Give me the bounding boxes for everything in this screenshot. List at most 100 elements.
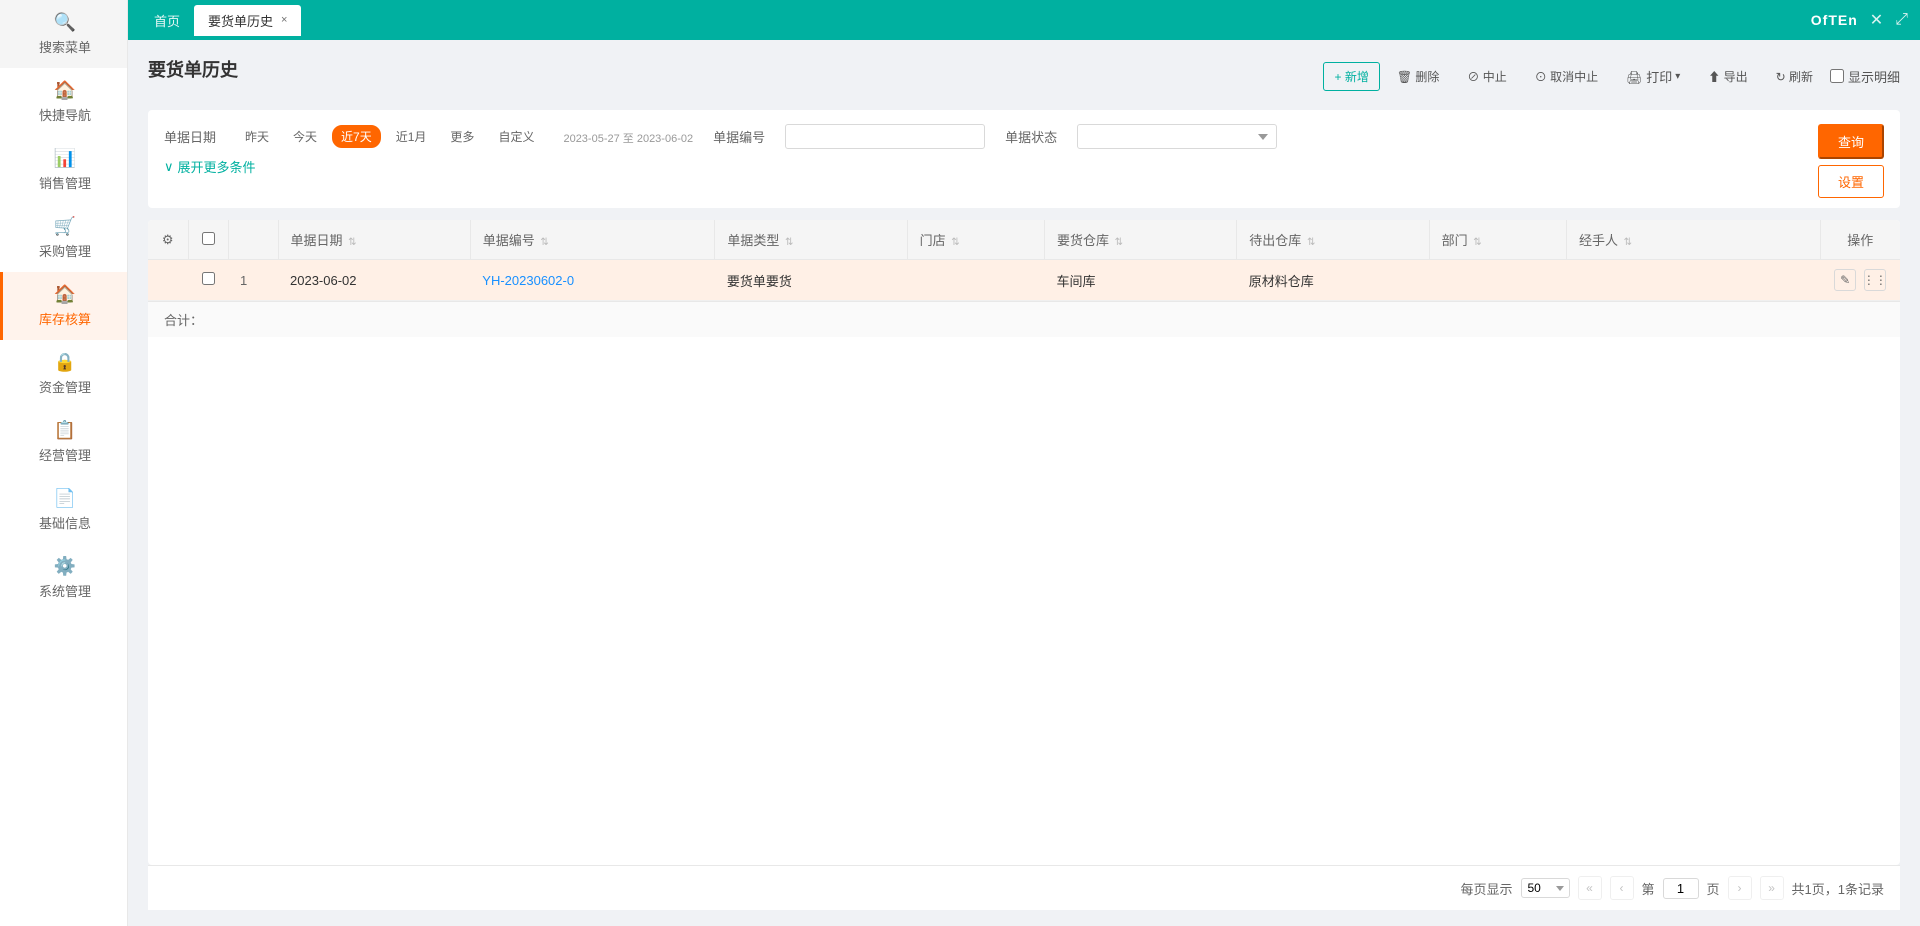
query-button[interactable]: 查询 [1818, 124, 1884, 159]
new-button[interactable]: + 新增 [1323, 62, 1379, 91]
table-header-row: ⚙ 单据日期 ⇅ 单据编号 ⇅ [148, 220, 1900, 260]
filter-row-1: 单据日期 昨天 今天 近7天 近1月 更多 自定义 2023-05-27 至 2… [164, 124, 1806, 149]
filter-bar: 单据日期 昨天 今天 近7天 近1月 更多 自定义 2023-05-27 至 2… [148, 110, 1900, 208]
delete-button[interactable]: 🗑 删除 [1386, 62, 1451, 91]
status-select[interactable] [1077, 124, 1277, 149]
sidebar-item-search[interactable]: 🔍 搜索菜单 [0, 0, 127, 68]
sidebar-item-basic-info[interactable]: 📄 基础信息 [0, 476, 127, 544]
sidebar-item-purchase[interactable]: 🛒 采购管理 [0, 204, 127, 272]
cell-settings [148, 260, 188, 301]
pagination-bar: 每页显示 50 100 200 « ‹ 第 页 › » 共1页，1条记录 [148, 865, 1900, 910]
system-icon: ⚙️ [54, 556, 76, 577]
purchase-icon: 🛒 [54, 216, 76, 237]
sidebar: 🔍 搜索菜单 🏠 快捷导航 📊 销售管理 🛒 采购管理 🏠 库存核算 🔒 资金管… [0, 0, 128, 926]
show-detail-toggle[interactable]: 显示明细 [1830, 67, 1900, 86]
tab-home[interactable]: 首页 [140, 5, 194, 36]
cell-date: 2023-06-02 [278, 260, 470, 301]
date-btn-1month[interactable]: 近1月 [387, 125, 436, 148]
row-more-icon[interactable]: ⋮⋮ [1864, 269, 1886, 291]
col-store[interactable]: 门店 ⇅ [907, 220, 1044, 260]
date-filter-label: 单据日期 [164, 127, 216, 146]
col-department-label: 部门 [1442, 233, 1468, 248]
sidebar-label-quick-nav: 快捷导航 [39, 105, 91, 124]
col-code-label: 单据编号 [483, 233, 535, 248]
expand-more-btn[interactable]: ∨ 展开更多条件 [164, 157, 1806, 176]
date-btn-custom[interactable]: 自定义 [489, 125, 543, 148]
sales-icon: 📊 [54, 148, 76, 169]
export-button[interactable]: ⬆ 导出 [1697, 62, 1758, 91]
topbar: 首页 要货单历史 × OfTEn ✕ ⤢ [128, 0, 1920, 40]
order-no-input[interactable] [785, 124, 985, 149]
suspend-button[interactable]: ⊘ 中止 [1456, 62, 1517, 91]
sidebar-item-inventory[interactable]: 🏠 库存核算 [0, 272, 127, 340]
date-btn-7days[interactable]: 近7天 [332, 125, 381, 148]
col-req-warehouse-sort-icon: ⇅ [1115, 237, 1123, 248]
sidebar-item-finance[interactable]: 🔒 资金管理 [0, 340, 127, 408]
date-btn-today[interactable]: 今天 [284, 125, 326, 148]
close-tab-icon[interactable]: × [281, 14, 287, 26]
col-pending-warehouse-sort-icon: ⇅ [1307, 237, 1315, 248]
col-num [228, 220, 278, 260]
last-page-btn[interactable]: » [1760, 876, 1784, 900]
select-all-checkbox[interactable] [202, 232, 215, 245]
sidebar-item-system[interactable]: ⚙️ 系统管理 [0, 544, 127, 612]
sidebar-item-quick-nav[interactable]: 🏠 快捷导航 [0, 68, 127, 136]
date-btn-yesterday[interactable]: 昨天 [236, 125, 278, 148]
main-area: 首页 要货单历史 × OfTEn ✕ ⤢ 要货单历史 + 新增 🗑 删除 ⊘ 中… [128, 0, 1920, 926]
col-store-label: 门店 [920, 233, 946, 248]
page-suffix: 页 [1707, 879, 1720, 898]
window-maximize-btn[interactable]: ⤢ [1895, 11, 1908, 29]
col-date-sort-icon: ⇅ [348, 237, 356, 248]
page-input[interactable] [1663, 878, 1699, 899]
sidebar-label-search: 搜索菜单 [39, 37, 91, 56]
col-type-sort-icon: ⇅ [785, 237, 793, 248]
refresh-button[interactable]: ↻ 刷新 [1765, 62, 1824, 91]
filter-with-btns: 单据日期 昨天 今天 近7天 近1月 更多 自定义 2023-05-27 至 2… [164, 124, 1884, 198]
cell-num: 1 [228, 260, 278, 301]
col-department[interactable]: 部门 ⇅ [1429, 220, 1566, 260]
per-page-select[interactable]: 50 100 200 [1521, 878, 1570, 898]
sidebar-item-operation[interactable]: 📋 经营管理 [0, 408, 127, 476]
page-title: 要货单历史 [148, 56, 238, 82]
row-edit-icon[interactable]: ✎ [1834, 269, 1856, 291]
cell-code: YH-20230602-0 [470, 260, 715, 301]
expand-more-icon: ∨ [164, 159, 174, 175]
inventory-icon: 🏠 [54, 284, 76, 305]
col-date[interactable]: 单据日期 ⇅ [278, 220, 470, 260]
cancel-suspend-button[interactable]: ⊙ 取消中止 [1524, 62, 1609, 91]
cell-department [1429, 260, 1566, 301]
date-btn-more[interactable]: 更多 [441, 125, 483, 148]
row-checkbox[interactable] [202, 272, 215, 285]
expand-more-label: 展开更多条件 [178, 157, 256, 176]
finance-icon: 🔒 [54, 352, 76, 373]
col-action: 操作 [1820, 220, 1900, 260]
col-pending-warehouse[interactable]: 待出仓库 ⇅ [1237, 220, 1429, 260]
sidebar-label-inventory: 库存核算 [39, 309, 91, 328]
print-label: 🖨 打印 [1626, 67, 1672, 86]
table-settings-icon[interactable]: ⚙ [162, 232, 174, 247]
show-detail-label: 显示明细 [1848, 67, 1900, 86]
tab-active[interactable]: 要货单历史 × [194, 5, 301, 36]
first-page-btn[interactable]: « [1578, 876, 1602, 900]
sidebar-label-finance: 资金管理 [39, 377, 91, 396]
show-detail-checkbox[interactable] [1830, 69, 1844, 83]
print-button[interactable]: 🖨 打印 ▾ [1615, 61, 1691, 92]
settings-button[interactable]: 设置 [1818, 165, 1884, 198]
prev-page-btn[interactable]: ‹ [1610, 876, 1634, 900]
col-pending-warehouse-label: 待出仓库 [1249, 233, 1301, 248]
col-type[interactable]: 单据类型 ⇅ [715, 220, 907, 260]
cell-code-link[interactable]: YH-20230602-0 [482, 273, 574, 288]
operation-icon: 📋 [54, 420, 76, 441]
col-settings[interactable]: ⚙ [148, 220, 188, 260]
col-code[interactable]: 单据编号 ⇅ [470, 220, 715, 260]
sidebar-item-sales[interactable]: 📊 销售管理 [0, 136, 127, 204]
table-row[interactable]: 1 2023-06-02 YH-20230602-0 要货单要货 车间库 原材料… [148, 260, 1900, 301]
col-req-warehouse[interactable]: 要货仓库 ⇅ [1045, 220, 1237, 260]
tab-active-label: 要货单历史 [208, 11, 273, 30]
data-table: ⚙ 单据日期 ⇅ 单据编号 ⇅ [148, 220, 1900, 301]
col-handler[interactable]: 经手人 ⇅ [1566, 220, 1820, 260]
next-page-btn[interactable]: › [1728, 876, 1752, 900]
print-chevron-icon: ▾ [1675, 71, 1680, 82]
window-close-btn[interactable]: ✕ [1870, 10, 1883, 30]
sidebar-label-system: 系统管理 [39, 581, 91, 600]
